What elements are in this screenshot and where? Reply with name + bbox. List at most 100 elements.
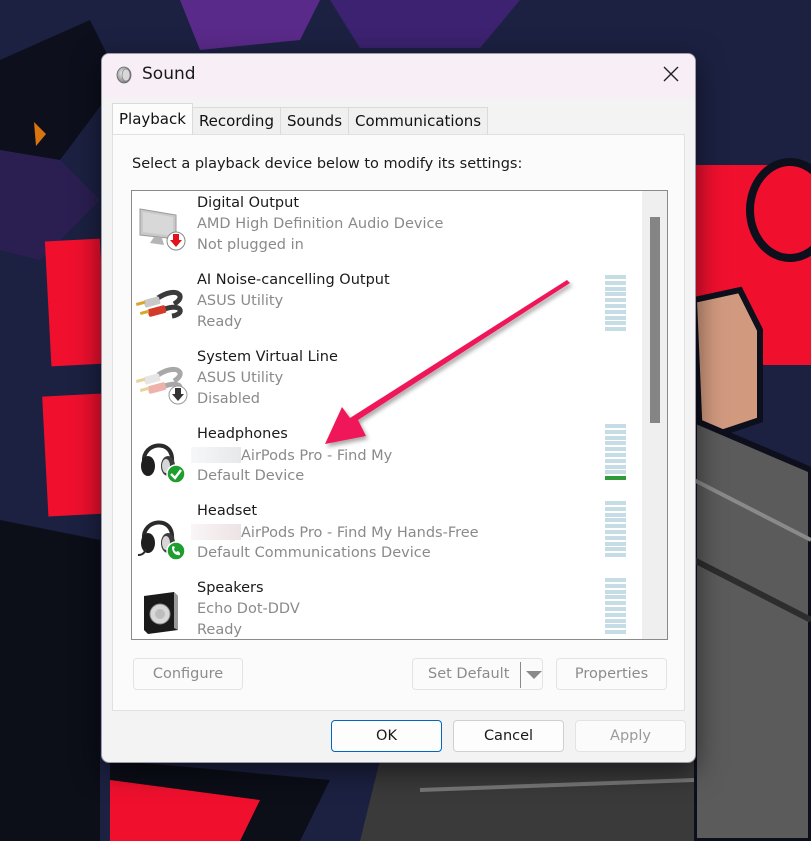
meter-segment — [605, 447, 626, 452]
apply-button[interactable]: Apply — [575, 720, 686, 752]
tab-playback[interactable]: Playback — [112, 103, 193, 134]
tab-communications[interactable]: Communications — [348, 107, 489, 134]
monitor-icon — [139, 208, 186, 251]
device-item-headphones[interactable]: Headphones AirPods Pro - Find My Default… — [132, 422, 637, 499]
meter-segment — [605, 518, 626, 523]
black-down-arrow-badge — [168, 385, 188, 405]
device-item-speakers[interactable]: Speakers Echo Dot-DDV Ready — [132, 576, 637, 639]
device-description: Echo Dot-DDV — [197, 601, 300, 617]
meter-segment — [605, 309, 626, 314]
meter-segment — [605, 578, 626, 582]
volume-meter — [605, 501, 626, 559]
set-default-label: Set Default — [428, 666, 510, 682]
device-status: Ready — [197, 622, 243, 638]
tab-sounds[interactable]: Sounds — [279, 107, 350, 134]
tab-recording[interactable]: Recording — [191, 107, 281, 134]
meter-segment — [605, 464, 626, 469]
device-name: Headphones — [197, 426, 288, 442]
meter-segment — [605, 618, 626, 623]
device-status: Not plugged in — [197, 237, 304, 253]
meter-segment — [605, 441, 626, 446]
meter-segment — [605, 501, 626, 505]
speaker-box-icon — [144, 592, 178, 634]
device-description: ASUS Utility — [197, 370, 284, 386]
device-description-text: AirPods Pro - Find My Hands-Free — [241, 525, 479, 541]
cancel-button[interactable]: Cancel — [453, 720, 564, 752]
device-item-headset[interactable]: Headset AirPods Pro - Find My Hands-Free… — [132, 499, 637, 576]
device-item-ai-noise-cancelling-output[interactable]: AI Noise-cancelling Output ASUS Utility … — [132, 268, 637, 345]
meter-segment — [605, 612, 626, 617]
properties-button[interactable]: Properties — [556, 658, 667, 690]
meter-segment — [605, 458, 626, 463]
device-description: AirPods Pro - Find My Hands-Free — [191, 524, 479, 541]
device-status: Ready — [197, 314, 243, 330]
meter-segment — [605, 321, 626, 326]
window-title: Sound — [142, 64, 196, 84]
meter-segment — [605, 275, 626, 279]
headphones-icon — [141, 443, 186, 484]
scrollbar-thumb[interactable] — [650, 217, 660, 423]
device-name: Digital Output — [197, 195, 300, 211]
volume-meter — [605, 424, 626, 482]
meter-segment — [605, 286, 626, 291]
device-name: Speakers — [197, 580, 264, 596]
meter-segment — [605, 541, 626, 546]
device-description: ASUS Utility — [197, 293, 284, 309]
configure-button[interactable]: Configure — [133, 658, 243, 690]
device-status: Default Device — [197, 468, 305, 484]
meter-segment — [605, 530, 626, 534]
device-name: System Virtual Line — [197, 349, 338, 365]
rca-cable-icon — [136, 290, 183, 319]
device-name: Headset — [197, 503, 258, 519]
meter-segment — [605, 424, 626, 428]
meter-segment — [605, 589, 626, 594]
chevron-down-icon[interactable] — [526, 671, 542, 679]
set-default-split-button[interactable]: Set Default — [412, 658, 543, 690]
meter-segment — [605, 315, 626, 320]
meter-segment — [605, 553, 626, 558]
speaker-icon — [116, 66, 132, 84]
volume-meter — [605, 578, 626, 636]
tab-strip: Playback Recording Sounds Communications — [112, 103, 489, 134]
meter-segment — [605, 298, 626, 303]
meter-segment — [605, 476, 626, 481]
split-separator — [520, 662, 521, 688]
device-status: Default Communications Device — [197, 545, 431, 561]
meter-segment — [605, 470, 626, 475]
headset-icon — [137, 520, 186, 561]
green-phone-badge — [166, 541, 186, 561]
meter-segment — [605, 280, 626, 285]
rca-cable-icon — [136, 367, 188, 405]
green-check-badge — [166, 464, 186, 484]
instruction-text: Select a playback device below to modify… — [132, 156, 523, 172]
meter-segment — [605, 453, 626, 457]
device-status: Disabled — [197, 391, 260, 407]
close-button[interactable] — [647, 54, 695, 94]
meter-segment — [605, 524, 626, 529]
meter-segment — [605, 630, 626, 635]
red-down-arrow-badge — [166, 231, 186, 251]
meter-segment — [605, 601, 626, 606]
meter-segment — [605, 327, 626, 332]
meter-segment — [605, 435, 626, 440]
meter-segment — [605, 429, 626, 434]
meter-segment — [605, 535, 626, 540]
meter-segment — [605, 512, 626, 517]
device-list[interactable]: Digital Output AMD High Definition Audio… — [131, 190, 668, 640]
title-bar[interactable]: Sound — [102, 54, 695, 98]
meter-segment — [605, 292, 626, 297]
device-description-text: AirPods Pro - Find My — [241, 448, 393, 464]
device-description: AirPods Pro - Find My — [191, 447, 393, 464]
meter-segment — [605, 304, 626, 308]
device-item-digital-output[interactable]: Digital Output AMD High Definition Audio… — [132, 191, 637, 268]
device-item-system-virtual-line[interactable]: System Virtual Line ASUS Utility Disable… — [132, 345, 637, 422]
meter-segment — [605, 583, 626, 588]
volume-meter — [605, 275, 626, 333]
playback-panel: Select a playback device below to modify… — [112, 134, 685, 711]
redacted-region — [191, 447, 241, 463]
vertical-scrollbar[interactable] — [642, 191, 667, 639]
meter-segment — [605, 547, 626, 552]
device-description: AMD High Definition Audio Device — [197, 216, 444, 232]
meter-segment — [605, 607, 626, 611]
ok-button[interactable]: OK — [331, 720, 442, 752]
